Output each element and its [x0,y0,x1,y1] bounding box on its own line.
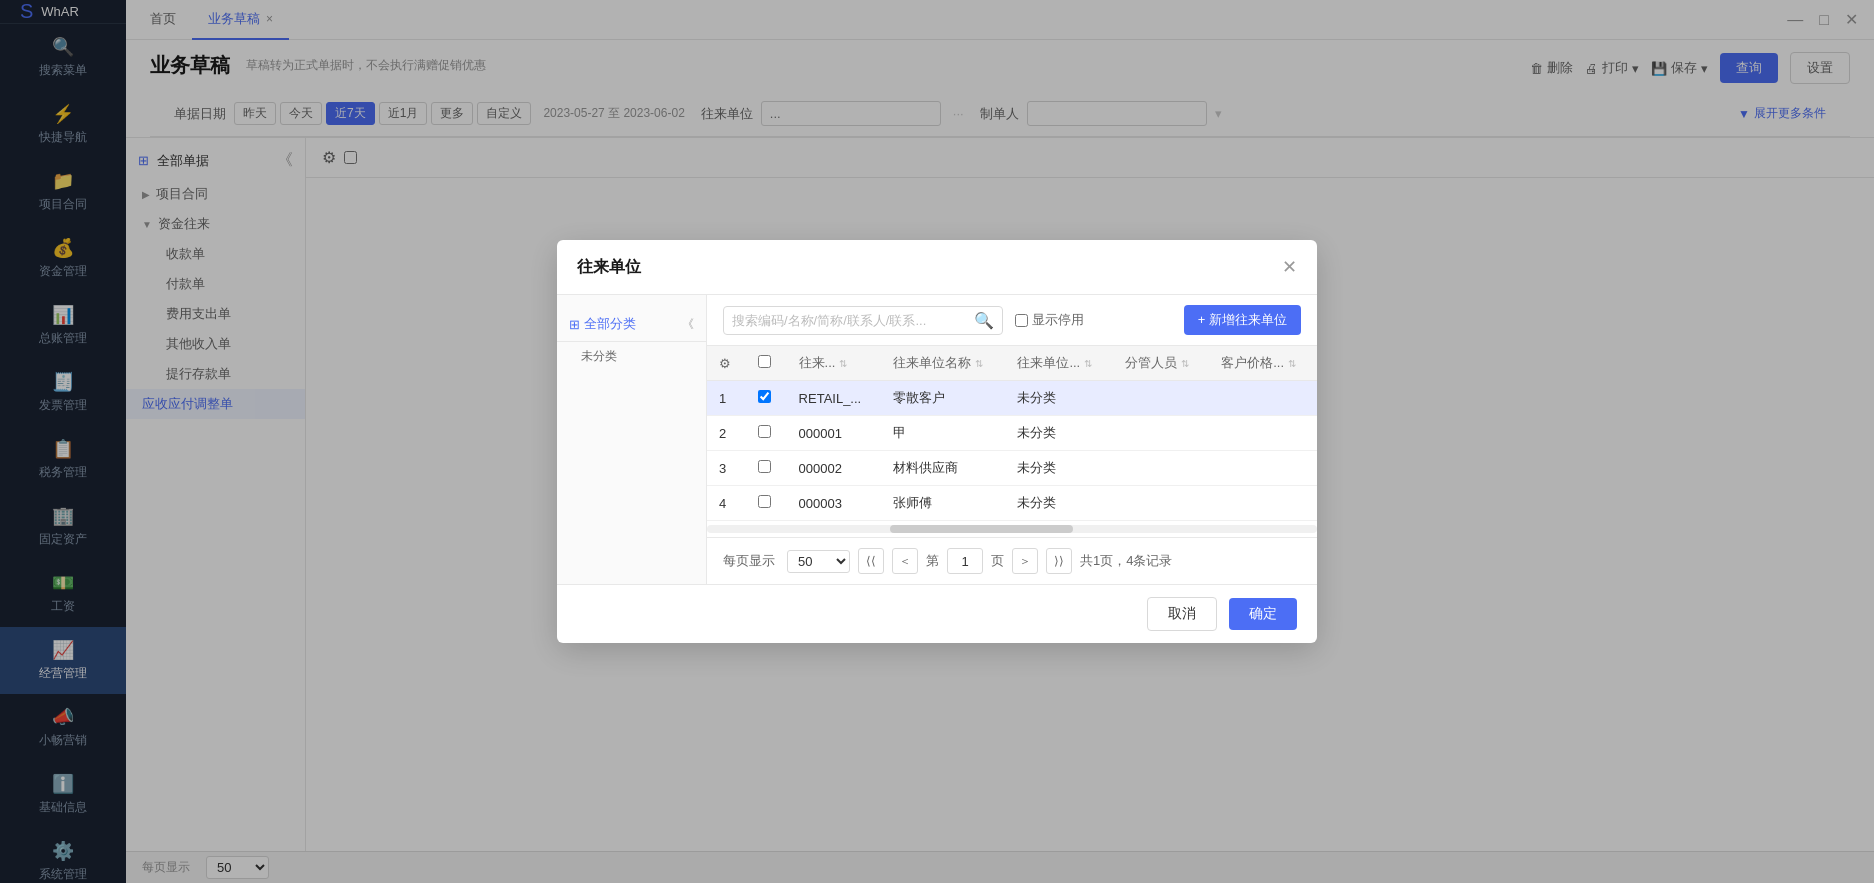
page-label: 第 [926,552,939,570]
show-disabled-checkbox-label[interactable]: 显示停用 [1015,311,1084,329]
row-checkbox[interactable] [746,416,786,451]
row-name: 张师傅 [881,486,1005,521]
row-price [1209,486,1317,521]
th-settings: ⚙ [707,346,746,381]
row-price [1209,451,1317,486]
row-select-checkbox[interactable] [758,460,771,473]
page-next-button[interactable]: ＞ [1012,548,1038,574]
table-select-all[interactable] [758,355,771,368]
partner-table-body: 1 RETAIL_... 零散客户 未分类 2 [707,381,1317,521]
partner-search-box[interactable]: 🔍 [723,306,1003,335]
modal-overlay[interactable]: 往来单位 ✕ ⊞ 全部分类 《 未分类 [0,0,1874,883]
row-category: 未分类 [1005,416,1113,451]
row-checkbox[interactable] [746,486,786,521]
settings-icon[interactable]: ⚙ [719,356,731,371]
row-code: 000003 [787,486,881,521]
modal-footer: 取消 确定 [557,584,1317,643]
modal-toolbar: 🔍 显示停用 + 新增往来单位 [707,295,1317,346]
row-code: RETAIL_... [787,381,881,416]
row-no: 3 [707,451,746,486]
row-no: 1 [707,381,746,416]
th-manager[interactable]: 分管人员⇅ [1113,346,1209,381]
page-number-input[interactable]: 1 [947,548,983,574]
grid-dots-icon: ⊞ [569,317,580,332]
per-page-select[interactable]: 50 [787,550,850,573]
row-select-checkbox[interactable] [758,425,771,438]
row-manager [1113,451,1209,486]
th-price[interactable]: 客户价格...⇅ [1209,346,1317,381]
cancel-button[interactable]: 取消 [1147,597,1217,631]
row-name: 甲 [881,416,1005,451]
page-prev-button[interactable]: ＜ [892,548,918,574]
category-item-uncategorized[interactable]: 未分类 [557,342,706,371]
per-page-label: 每页显示 [723,552,775,570]
modal-header: 往来单位 ✕ [557,240,1317,295]
partner-table-header: ⚙ 往来...⇅ 往来单位名称⇅ 往来单位...⇅ 分管人员⇅ 客户价格...⇅ [707,346,1317,381]
add-partner-button[interactable]: + 新增往来单位 [1184,305,1301,335]
th-code[interactable]: 往来...⇅ [787,346,881,381]
page-total-info: 共1页，4条记录 [1080,552,1172,570]
modal-scrollbar-thumb[interactable] [890,525,1073,533]
row-category: 未分类 [1005,486,1113,521]
row-price [1209,416,1317,451]
page-first-button[interactable]: ⟨⟨ [858,548,884,574]
row-name: 零散客户 [881,381,1005,416]
th-name[interactable]: 往来单位名称⇅ [881,346,1005,381]
modal-pagination: 每页显示 50 ⟨⟨ ＜ 第 1 页 ＞ ⟩⟩ 共1页，4条记录 [707,537,1317,584]
row-price [1209,381,1317,416]
search-icon[interactable]: 🔍 [974,311,994,330]
row-category: 未分类 [1005,381,1113,416]
page-suffix: 页 [991,552,1004,570]
row-manager [1113,416,1209,451]
table-row[interactable]: 2 000001 甲 未分类 [707,416,1317,451]
table-row[interactable]: 3 000002 材料供应商 未分类 [707,451,1317,486]
row-select-checkbox[interactable] [758,495,771,508]
all-category-item[interactable]: ⊞ 全部分类 [569,315,636,333]
show-disabled-label: 显示停用 [1032,311,1084,329]
row-select-checkbox[interactable] [758,390,771,403]
modal-body: ⊞ 全部分类 《 未分类 🔍 显示停用 [557,295,1317,584]
row-code: 000001 [787,416,881,451]
modal-content-panel: 🔍 显示停用 + 新增往来单位 ⚙ [707,295,1317,584]
row-no: 2 [707,416,746,451]
table-row[interactable]: 4 000003 张师傅 未分类 [707,486,1317,521]
row-name: 材料供应商 [881,451,1005,486]
row-manager [1113,381,1209,416]
confirm-button[interactable]: 确定 [1229,598,1297,630]
row-category: 未分类 [1005,451,1113,486]
table-row[interactable]: 1 RETAIL_... 零散客户 未分类 [707,381,1317,416]
modal-scrollbar[interactable] [707,525,1317,533]
show-disabled-checkbox[interactable] [1015,314,1028,327]
all-category-label: 全部分类 [584,315,636,333]
row-checkbox[interactable] [746,381,786,416]
partner-search-input[interactable] [732,313,968,328]
row-no: 4 [707,486,746,521]
modal-category-panel: ⊞ 全部分类 《 未分类 [557,295,707,584]
modal-title: 往来单位 [577,257,641,278]
modal-table-wrap: ⚙ 往来...⇅ 往来单位名称⇅ 往来单位...⇅ 分管人员⇅ 客户价格...⇅ [707,346,1317,521]
category-collapse-button[interactable]: 《 [682,316,694,333]
partner-table: ⚙ 往来...⇅ 往来单位名称⇅ 往来单位...⇅ 分管人员⇅ 客户价格...⇅ [707,346,1317,521]
row-checkbox[interactable] [746,451,786,486]
th-checkbox [746,346,786,381]
row-code: 000002 [787,451,881,486]
row-manager [1113,486,1209,521]
modal-close-button[interactable]: ✕ [1282,256,1297,278]
th-category[interactable]: 往来单位...⇅ [1005,346,1113,381]
partner-modal: 往来单位 ✕ ⊞ 全部分类 《 未分类 [557,240,1317,643]
page-last-button[interactable]: ⟩⟩ [1046,548,1072,574]
